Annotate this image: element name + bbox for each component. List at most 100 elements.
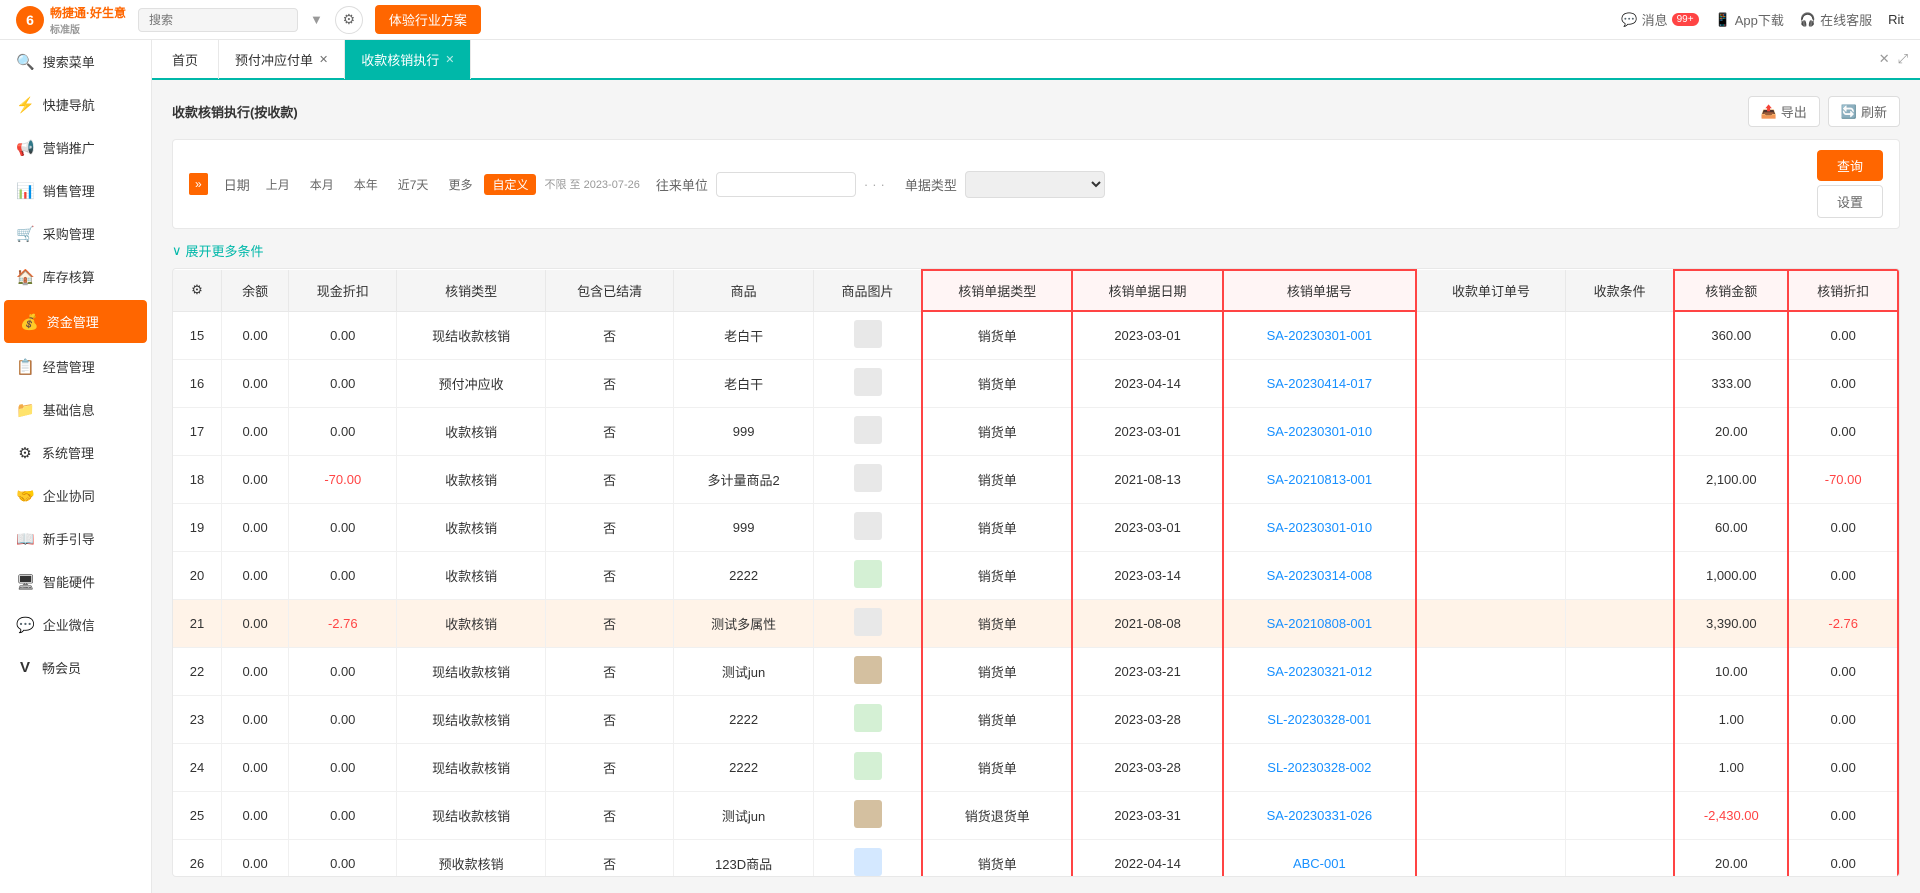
- sidebar-item-system[interactable]: ⚙ 系统管理: [0, 431, 151, 474]
- cell-goods-img: [813, 311, 922, 359]
- cell-verify-doc-no[interactable]: SA-20230301-010: [1223, 407, 1416, 455]
- close-window-icon[interactable]: ✕: [1879, 51, 1890, 67]
- cell-goods-img: [813, 695, 922, 743]
- user-name[interactable]: Rit: [1888, 12, 1904, 27]
- col-settings[interactable]: ⚙: [173, 270, 221, 311]
- cell-verify-doc-date: 2021-08-13: [1072, 455, 1222, 503]
- tab-verify[interactable]: 收款核销执行 ✕: [345, 40, 471, 79]
- cell-verify-doc-no[interactable]: SA-20230301-001: [1223, 311, 1416, 359]
- export-btn[interactable]: 📤 导出: [1748, 96, 1820, 127]
- doc-no-link[interactable]: SA-20230331-026: [1267, 808, 1373, 823]
- cell-verify-doc-no[interactable]: SA-20230414-017: [1223, 359, 1416, 407]
- sidebar-item-guide[interactable]: 📖 新手引导: [0, 517, 151, 560]
- doc-no-link[interactable]: SA-20230414-017: [1267, 376, 1373, 391]
- date-tag-last-month[interactable]: 上月: [258, 174, 298, 195]
- date-tag-7days[interactable]: 近7天: [390, 174, 437, 195]
- cell-cash-discount: 0.00: [289, 503, 397, 551]
- cell-verify-discount: 0.00: [1788, 647, 1898, 695]
- solution-btn[interactable]: 体验行业方案: [375, 5, 481, 34]
- counterpart-input[interactable]: [716, 172, 856, 197]
- sidebar-item-member[interactable]: V 畅会员: [0, 646, 151, 689]
- sidebar-item-hardware[interactable]: 🖥 智能硬件: [0, 560, 151, 603]
- tab-home[interactable]: 首页: [152, 40, 219, 79]
- cell-include-settled: 否: [545, 743, 673, 791]
- cell-goods-img: [813, 839, 922, 877]
- cell-balance: 0.00: [221, 551, 288, 599]
- cell-include-settled: 否: [545, 455, 673, 503]
- doc-no-link[interactable]: SA-20230301-010: [1267, 424, 1373, 439]
- cell-cash-discount: 0.00: [289, 695, 397, 743]
- cell-verify-doc-type: 销货单: [922, 743, 1072, 791]
- cell-verify-type: 现结收款核销: [397, 311, 546, 359]
- cell-id: 16: [173, 359, 221, 407]
- order-type-select[interactable]: [965, 171, 1105, 198]
- cell-receipt-cond: [1565, 503, 1674, 551]
- sidebar-item-sales[interactable]: 📊 销售管理: [0, 169, 151, 212]
- doc-no-link[interactable]: SA-20210808-001: [1267, 616, 1373, 631]
- doc-no-link[interactable]: SL-20230328-002: [1267, 760, 1371, 775]
- search-input[interactable]: [138, 8, 298, 32]
- date-tag-this-year[interactable]: 本年: [346, 174, 386, 195]
- doc-no-link[interactable]: SA-20230301-001: [1267, 328, 1373, 343]
- cell-include-settled: 否: [545, 407, 673, 455]
- cell-verify-doc-no[interactable]: SA-20230314-008: [1223, 551, 1416, 599]
- settings-icon[interactable]: ⚙: [335, 6, 363, 34]
- app-download[interactable]: 📱 App下载: [1715, 10, 1784, 29]
- sidebar-item-marketing[interactable]: 📢 营销推广: [0, 126, 151, 169]
- cell-verify-doc-date: 2023-03-31: [1072, 791, 1222, 839]
- date-tag-more[interactable]: 更多: [440, 174, 480, 195]
- expand-window-icon[interactable]: ⤢: [1898, 51, 1908, 67]
- notification-badge: 99+: [1672, 13, 1699, 26]
- cell-verify-doc-no[interactable]: ABC-001: [1223, 839, 1416, 877]
- cell-verify-doc-no[interactable]: SL-20230328-002: [1223, 743, 1416, 791]
- date-tag-custom[interactable]: 自定义: [484, 174, 536, 195]
- doc-no-link[interactable]: SA-20230321-012: [1267, 664, 1373, 679]
- table-row: 18 0.00 -70.00 收款核销 否 多计量商品2 销货单 2021-08…: [173, 455, 1898, 503]
- sidebar-item-operation[interactable]: 📋 经营管理: [0, 345, 151, 388]
- sidebar-item-purchase[interactable]: 🛒 采购管理: [0, 212, 151, 255]
- cell-verify-amount: 2,100.00: [1674, 455, 1788, 503]
- refresh-btn[interactable]: 🔄 刷新: [1828, 96, 1900, 127]
- cell-goods: 多计量商品2: [674, 455, 814, 503]
- cell-verify-doc-no[interactable]: SA-20230331-026: [1223, 791, 1416, 839]
- tab-prepay[interactable]: 预付冲应付单 ✕: [219, 40, 345, 79]
- sidebar-item-inventory[interactable]: 🏠 库存核算: [0, 255, 151, 298]
- page-actions: 📤 导出 🔄 刷新: [1748, 96, 1900, 127]
- doc-no-link[interactable]: SA-20230301-010: [1267, 520, 1373, 535]
- cell-include-settled: 否: [545, 839, 673, 877]
- sidebar-item-finance[interactable]: 💰 资金管理: [4, 300, 147, 343]
- expand-filter-btn[interactable]: »: [189, 173, 208, 195]
- query-btn[interactable]: 查询: [1817, 150, 1883, 181]
- sidebar-item-search[interactable]: 🔍 搜索菜单: [0, 40, 151, 83]
- cell-verify-doc-no[interactable]: SA-20230321-012: [1223, 647, 1416, 695]
- cell-verify-discount: -70.00: [1788, 455, 1898, 503]
- cell-id: 24: [173, 743, 221, 791]
- cell-verify-doc-no[interactable]: SL-20230328-001: [1223, 695, 1416, 743]
- cell-verify-doc-no[interactable]: SA-20210813-001: [1223, 455, 1416, 503]
- table-row: 25 0.00 0.00 现结收款核销 否 测试jun 销货退货单 2023-0…: [173, 791, 1898, 839]
- sidebar-item-enterprise[interactable]: 🤝 企业协同: [0, 474, 151, 517]
- close-tab-verify-icon[interactable]: ✕: [445, 53, 454, 66]
- table-row: 20 0.00 0.00 收款核销 否 2222 销货单 2023-03-14 …: [173, 551, 1898, 599]
- sidebar-item-basic[interactable]: 📁 基础信息: [0, 388, 151, 431]
- filter-setting-btn[interactable]: 设置: [1817, 185, 1883, 218]
- cell-verify-doc-date: 2023-03-28: [1072, 743, 1222, 791]
- doc-no-link[interactable]: ABC-001: [1293, 856, 1346, 871]
- close-tab-prepay-icon[interactable]: ✕: [319, 53, 328, 66]
- online-service[interactable]: 🎧 在线客服: [1800, 10, 1872, 29]
- cell-verify-doc-no[interactable]: SA-20210808-001: [1223, 599, 1416, 647]
- date-tag-this-month[interactable]: 本月: [302, 174, 342, 195]
- doc-no-link[interactable]: SL-20230328-001: [1267, 712, 1371, 727]
- expand-more-row: ∨ 展开更多条件: [172, 241, 1900, 260]
- notification-area[interactable]: 💬 消息 99+: [1621, 10, 1698, 29]
- expand-more-btn[interactable]: ∨ 展开更多条件: [172, 241, 1900, 260]
- sidebar-item-wechat[interactable]: 💬 企业微信: [0, 603, 151, 646]
- filter-bar: » 日期 上月 本月 本年 近7天 更多 自定义 不限 至 2023-07-26…: [172, 139, 1900, 229]
- doc-no-link[interactable]: SA-20230314-008: [1267, 568, 1373, 583]
- cell-verify-doc-no[interactable]: SA-20230301-010: [1223, 503, 1416, 551]
- sidebar-item-shortcut[interactable]: ⚡ 快捷导航: [0, 83, 151, 126]
- doc-no-link[interactable]: SA-20210813-001: [1267, 472, 1373, 487]
- col-goods: 商品: [674, 270, 814, 311]
- cell-id: 23: [173, 695, 221, 743]
- nav-dropdown[interactable]: ▼: [310, 12, 323, 27]
